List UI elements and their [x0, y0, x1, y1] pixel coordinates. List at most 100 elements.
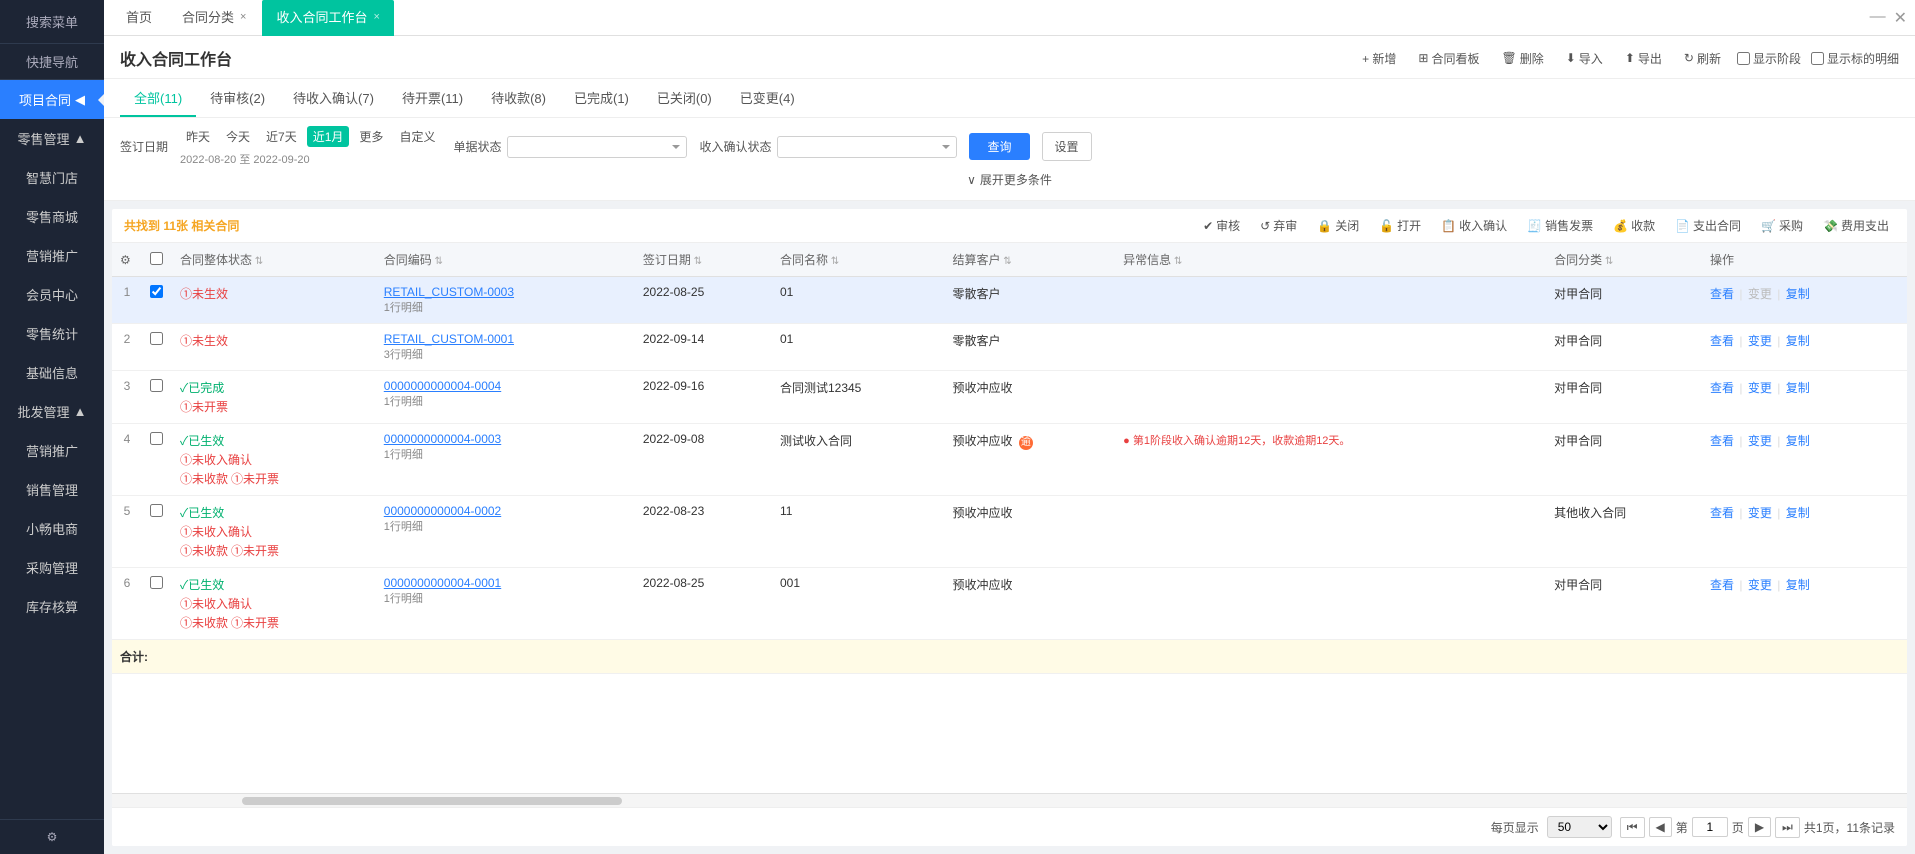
show-detail-checkbox[interactable]: [1811, 52, 1824, 65]
view-btn[interactable]: 查看: [1710, 506, 1734, 520]
sidebar-quick-nav[interactable]: 快捷导航: [0, 44, 104, 80]
confirm-status-select[interactable]: [777, 136, 957, 158]
close-contract-button[interactable]: 🔒 关闭: [1311, 215, 1365, 236]
sidebar-item-retail-mgmt[interactable]: 零售管理 ▲: [0, 119, 104, 158]
delete-button[interactable]: 🗑 删除: [1495, 47, 1549, 70]
sidebar-item-purchase[interactable]: 采购管理: [0, 548, 104, 587]
collection-button[interactable]: 💰 收款: [1607, 215, 1661, 236]
filter-tab-closed[interactable]: 已关闭(0): [643, 79, 726, 117]
col-customer[interactable]: 结算客户: [944, 243, 1115, 277]
date-btn-custom[interactable]: 自定义: [393, 126, 441, 147]
sales-invoice-button[interactable]: 🧾 销售发票: [1521, 215, 1599, 236]
sidebar-item-smart-store[interactable]: 智慧门店: [0, 158, 104, 197]
contract-code-link[interactable]: RETAIL_CUSTOM-0001: [384, 332, 514, 346]
col-settings[interactable]: ⚙: [112, 243, 142, 277]
doc-status-select[interactable]: [507, 136, 687, 158]
copy-btn[interactable]: 复制: [1786, 578, 1810, 592]
col-error[interactable]: 异常信息: [1115, 243, 1546, 277]
kanban-button[interactable]: ⊞ 合同看板: [1412, 47, 1485, 70]
sidebar-item-project[interactable]: 项目合同 ◀: [0, 80, 104, 119]
sidebar-settings[interactable]: ⚙: [0, 819, 104, 854]
row-checkbox[interactable]: [150, 504, 163, 517]
filter-tab-completed[interactable]: 已完成(1): [560, 79, 643, 117]
sidebar-item-member[interactable]: 会员中心: [0, 275, 104, 314]
new-button[interactable]: + 新增: [1356, 47, 1402, 70]
copy-btn[interactable]: 复制: [1786, 287, 1810, 301]
copy-btn[interactable]: 复制: [1786, 506, 1810, 520]
import-button[interactable]: ⬇ 导入: [1560, 47, 1609, 70]
change-btn[interactable]: 变更: [1748, 334, 1772, 348]
col-date[interactable]: 签订日期: [635, 243, 772, 277]
expense-button[interactable]: 💸 费用支出: [1817, 215, 1895, 236]
select-all-checkbox[interactable]: [150, 252, 163, 265]
per-page-select[interactable]: 50 10 20 100: [1547, 816, 1612, 838]
change-btn[interactable]: 变更: [1748, 381, 1772, 395]
change-btn[interactable]: 变更: [1748, 434, 1772, 448]
purchase-button[interactable]: 🛒 采购: [1755, 215, 1809, 236]
show-stage-checkbox-label[interactable]: 显示阶段: [1737, 50, 1801, 67]
row-checkbox[interactable]: [150, 432, 163, 445]
view-btn[interactable]: 查看: [1710, 578, 1734, 592]
sidebar-item-sales-mgmt[interactable]: 销售管理: [0, 470, 104, 509]
copy-btn[interactable]: 复制: [1786, 434, 1810, 448]
expand-more-btn[interactable]: ∨ 展开更多条件: [120, 167, 1899, 192]
filter-tab-changed[interactable]: 已变更(4): [726, 79, 809, 117]
row-checkbox[interactable]: [150, 576, 163, 589]
view-btn[interactable]: 查看: [1710, 381, 1734, 395]
date-btn-1month[interactable]: 近1月: [307, 126, 350, 147]
date-btn-more[interactable]: 更多: [353, 126, 389, 147]
row-checkbox[interactable]: [150, 332, 163, 345]
change-btn[interactable]: 变更: [1748, 506, 1772, 520]
sidebar-item-xiaochang[interactable]: 小畅电商: [0, 509, 104, 548]
minimize-icon[interactable]: —: [1870, 8, 1886, 28]
copy-btn[interactable]: 复制: [1786, 334, 1810, 348]
tab-contract-category-close[interactable]: ×: [240, 11, 246, 23]
show-detail-checkbox-label[interactable]: 显示标的明细: [1811, 50, 1899, 67]
open-contract-button[interactable]: 🔓 打开: [1373, 215, 1427, 236]
view-btn[interactable]: 查看: [1710, 334, 1734, 348]
settings-button[interactable]: 设置: [1042, 132, 1092, 161]
copy-btn[interactable]: 复制: [1786, 381, 1810, 395]
query-button[interactable]: 查询: [969, 133, 1029, 160]
abandon-review-button[interactable]: ↺ 弃审: [1254, 215, 1303, 236]
sidebar-item-basic-info[interactable]: 基础信息: [0, 353, 104, 392]
expense-contract-button[interactable]: 📄 支出合同: [1669, 215, 1747, 236]
view-btn[interactable]: 查看: [1710, 434, 1734, 448]
close-window-icon[interactable]: ✕: [1894, 8, 1907, 28]
review-button[interactable]: ✔ 审核: [1197, 215, 1246, 236]
sidebar-search[interactable]: 搜索菜单: [0, 0, 104, 44]
contract-code-link[interactable]: 0000000000004-0002: [384, 504, 501, 518]
filter-tab-pending-invoice[interactable]: 待开票(11): [388, 79, 477, 117]
contract-code-link[interactable]: RETAIL_CUSTOM-0003: [384, 285, 514, 299]
col-overall-status[interactable]: 合同整体状态: [172, 243, 376, 277]
filter-tab-all[interactable]: 全部(11): [120, 79, 196, 117]
export-button[interactable]: ⬆ 导出: [1619, 47, 1668, 70]
sidebar-item-inventory[interactable]: 库存核算: [0, 587, 104, 626]
col-name[interactable]: 合同名称: [772, 243, 945, 277]
change-btn[interactable]: 变更: [1748, 578, 1772, 592]
date-btn-yesterday[interactable]: 昨天: [180, 126, 216, 147]
tab-income-workbench-close[interactable]: ×: [373, 11, 379, 23]
prev-page-btn[interactable]: ◀: [1649, 817, 1672, 837]
first-page-btn[interactable]: ⏮: [1620, 817, 1645, 838]
contract-code-link[interactable]: 0000000000004-0003: [384, 432, 501, 446]
col-code[interactable]: 合同编码: [376, 243, 635, 277]
refresh-button[interactable]: ↻ 刷新: [1678, 47, 1727, 70]
sidebar-item-retail-mall[interactable]: 零售商城: [0, 197, 104, 236]
row-checkbox[interactable]: [150, 285, 163, 298]
date-btn-7days[interactable]: 近7天: [260, 126, 303, 147]
sidebar-item-marketing2[interactable]: 营销推广: [0, 431, 104, 470]
income-confirm-button[interactable]: 📋 收入确认: [1435, 215, 1513, 236]
page-number-input[interactable]: [1692, 817, 1728, 837]
show-stage-checkbox[interactable]: [1737, 52, 1750, 65]
filter-tab-pending-confirm[interactable]: 待收入确认(7): [279, 79, 388, 117]
horizontal-scroll-bar[interactable]: [112, 793, 1907, 807]
sidebar-item-retail-stats[interactable]: 零售统计: [0, 314, 104, 353]
tab-contract-category[interactable]: 合同分类 ×: [168, 0, 260, 36]
date-btn-today[interactable]: 今天: [220, 126, 256, 147]
row-checkbox[interactable]: [150, 379, 163, 392]
last-page-btn[interactable]: ⏭: [1775, 817, 1800, 838]
filter-tab-pending-review[interactable]: 待审核(2): [196, 79, 279, 117]
contract-code-link[interactable]: 0000000000004-0004: [384, 379, 501, 393]
view-btn[interactable]: 查看: [1710, 287, 1734, 301]
